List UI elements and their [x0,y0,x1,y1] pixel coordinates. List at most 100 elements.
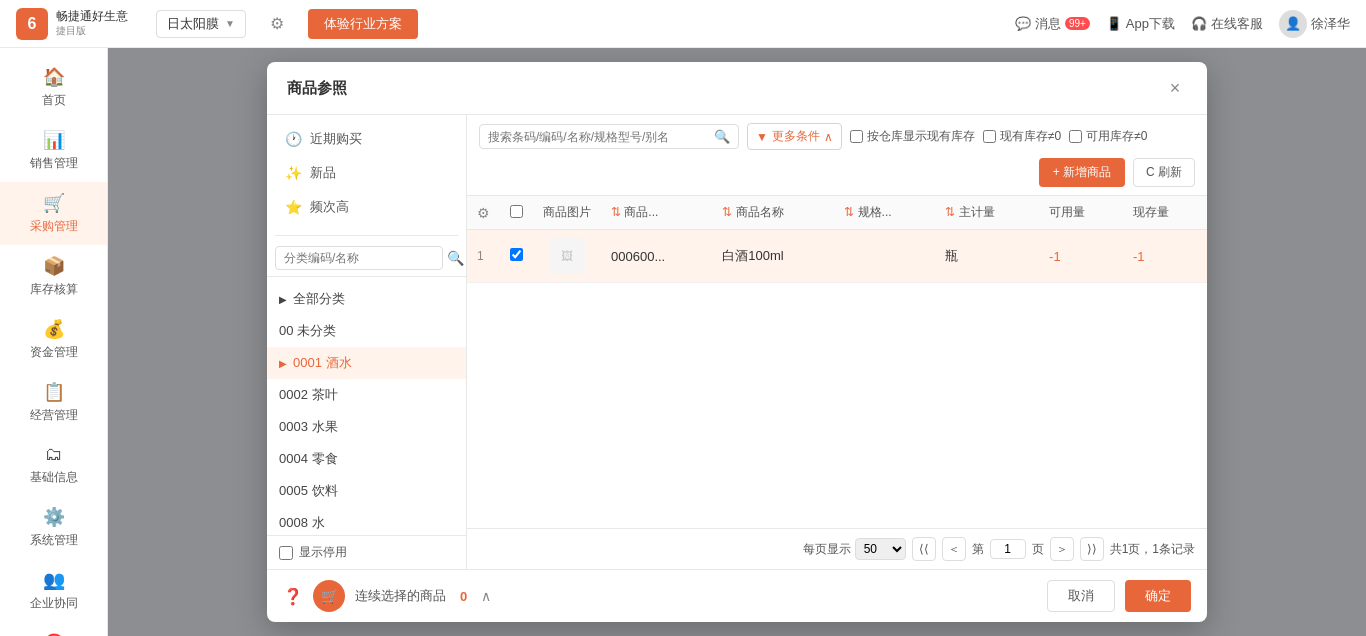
page-number-input[interactable] [990,539,1026,559]
category-list: ▶ 全部分类 00 未分类 ▶ 0001 酒水 0002 茶 [267,277,466,535]
th-code[interactable]: ⇅ 商品... [601,196,712,230]
cancel-button[interactable]: 取消 [1047,580,1115,612]
sort-icon: ⇅ [844,205,854,219]
product-table-area: ⚙ 商品图片 [467,196,1207,528]
tab-high-frequency[interactable]: ⭐ 频次高 [275,191,458,223]
sidebar-item-finance[interactable]: 💰 资金管理 [0,308,107,371]
sidebar-label-enterprise: 企业协同 [30,595,78,612]
category-item-all[interactable]: ▶ 全部分类 [267,283,466,315]
table-header-row: ⚙ 商品图片 [467,196,1207,230]
right-panel: 🔍 ▼ 更多条件 ∧ 按仓库显示现有库存 [467,115,1207,569]
sidebar-item-purchase[interactable]: 🛒 采购管理 [0,182,107,245]
help-icon[interactable]: ❓ [283,587,303,606]
td-unit: 瓶 [935,230,1039,283]
sidebar-item-guide[interactable]: 🎯 新手引导 [0,622,107,636]
user-menu[interactable]: 👤 徐泽华 [1279,10,1350,38]
finance-icon: 💰 [43,318,65,340]
check-available-stock[interactable]: 可用库存≠0 [1069,128,1147,145]
sidebar-item-enterprise[interactable]: 👥 企业协同 [0,559,107,622]
add-product-button[interactable]: + 新增商品 [1039,158,1125,187]
sidebar-item-inventory[interactable]: 📦 库存核算 [0,245,107,308]
brand-name: 畅捷通好生意 [56,9,128,25]
tab-recent-purchase[interactable]: 🕐 近期购买 [275,123,458,155]
sidebar: 🏠 首页 📊 销售管理 🛒 采购管理 📦 库存核算 💰 资金管理 📋 经营管理 … [0,48,108,636]
product-search-input[interactable] [488,130,710,144]
nonzero-stock-checkbox[interactable] [983,130,996,143]
purchase-icon: 🛒 [43,192,65,214]
collapse-icon[interactable]: ∧ [481,588,491,604]
online-service-button[interactable]: 🎧 在线客服 [1191,15,1263,33]
main-layout: 🏠 首页 📊 销售管理 🛒 采购管理 📦 库存核算 💰 资金管理 📋 经营管理 … [0,48,1366,636]
td-spec [834,230,935,283]
page-size-select[interactable]: 50 10 20 100 [855,538,906,560]
category-item-0008[interactable]: 0008 水 [267,507,466,535]
available-stock-checkbox[interactable] [1069,130,1082,143]
td-stock: -1 [1123,230,1207,283]
app-download-button[interactable]: 📱 App下载 [1106,15,1175,33]
sidebar-item-business[interactable]: 📋 经营管理 [0,371,107,434]
tab-new-products[interactable]: ✨ 新品 [275,157,458,189]
check-warehouse-stock[interactable]: 按仓库显示现有库存 [850,128,975,145]
first-page-button[interactable]: ⟨⟨ [912,537,936,561]
category-item-0005[interactable]: 0005 饮料 [267,475,466,507]
business-icon: 📋 [43,381,65,403]
sidebar-label-inventory: 库存核算 [30,281,78,298]
td-name: 白酒100ml [712,230,834,283]
column-settings-icon[interactable]: ⚙ [477,205,490,221]
product-thumbnail: 🖼 [549,238,585,274]
refresh-button[interactable]: C 刷新 [1133,158,1195,187]
th-stock: 现存量 [1123,196,1207,230]
sidebar-label-system: 系统管理 [30,532,78,549]
category-item-0002[interactable]: 0002 茶叶 [267,379,466,411]
th-unit[interactable]: ⇅ 主计量 [935,196,1039,230]
sidebar-label-sales: 销售管理 [30,155,78,172]
select-all-checkbox[interactable] [510,205,523,218]
basic-info-icon: 🗂 [45,444,63,465]
table-row[interactable]: 1 🖼 [467,230,1207,283]
sidebar-item-home[interactable]: 🏠 首页 [0,56,107,119]
prev-page-button[interactable]: ＜ [942,537,966,561]
sales-icon: 📊 [43,129,65,151]
sidebar-item-sales[interactable]: 📊 销售管理 [0,119,107,182]
sidebar-item-basic-info[interactable]: 🗂 基础信息 [0,434,107,496]
category-item-00[interactable]: 00 未分类 [267,315,466,347]
close-button[interactable]: × [1163,76,1187,100]
row-checkbox[interactable] [510,248,523,261]
search-icon[interactable]: 🔍 [447,250,464,266]
cart-icon-button[interactable]: 🛒 [313,580,345,612]
category-item-0001[interactable]: ▶ 0001 酒水 [267,347,466,379]
new-icon: ✨ [285,165,302,181]
more-conditions-button[interactable]: ▼ 更多条件 ∧ [747,123,842,150]
td-available: -1 [1039,230,1123,283]
category-item-0004[interactable]: 0004 零食 [267,443,466,475]
check-nonzero-stock[interactable]: 现有库存≠0 [983,128,1061,145]
category-search-input[interactable] [275,246,443,270]
td-image: 🖼 [533,230,601,283]
th-settings: ⚙ [467,196,500,230]
th-available: 可用量 [1039,196,1123,230]
search-icon[interactable]: 🔍 [714,129,730,144]
confirm-button[interactable]: 确定 [1125,580,1191,612]
nav-center: 日太阳膜 ▼ ⚙ 体验行业方案 [136,9,1015,39]
last-page-button[interactable]: ⟩⟩ [1080,537,1104,561]
settings-icon[interactable]: ⚙ [262,9,292,39]
sidebar-item-system[interactable]: ⚙️ 系统管理 [0,496,107,559]
th-spec[interactable]: ⇅ 规格... [834,196,935,230]
star-icon: ⭐ [285,199,302,215]
show-disabled-checkbox[interactable] [279,546,293,560]
home-icon: 🏠 [43,66,65,88]
headset-icon: 🎧 [1191,16,1207,31]
category-item-0003[interactable]: 0003 水果 [267,411,466,443]
next-page-button[interactable]: ＞ [1050,537,1074,561]
messages-button[interactable]: 💬 消息 99+ [1015,15,1090,33]
product-search-box: 🔍 [479,124,739,149]
arrow-icon: ▶ [279,358,287,369]
sidebar-label-finance: 资金管理 [30,344,78,361]
warehouse-stock-checkbox[interactable] [850,130,863,143]
sidebar-label-purchase: 采购管理 [30,218,78,235]
th-name[interactable]: ⇅ 商品名称 [712,196,834,230]
sort-icon: ⇅ [722,205,732,219]
store-selector[interactable]: 日太阳膜 ▼ [156,10,246,38]
phone-icon: 📱 [1106,16,1122,31]
trial-button[interactable]: 体验行业方案 [308,9,418,39]
